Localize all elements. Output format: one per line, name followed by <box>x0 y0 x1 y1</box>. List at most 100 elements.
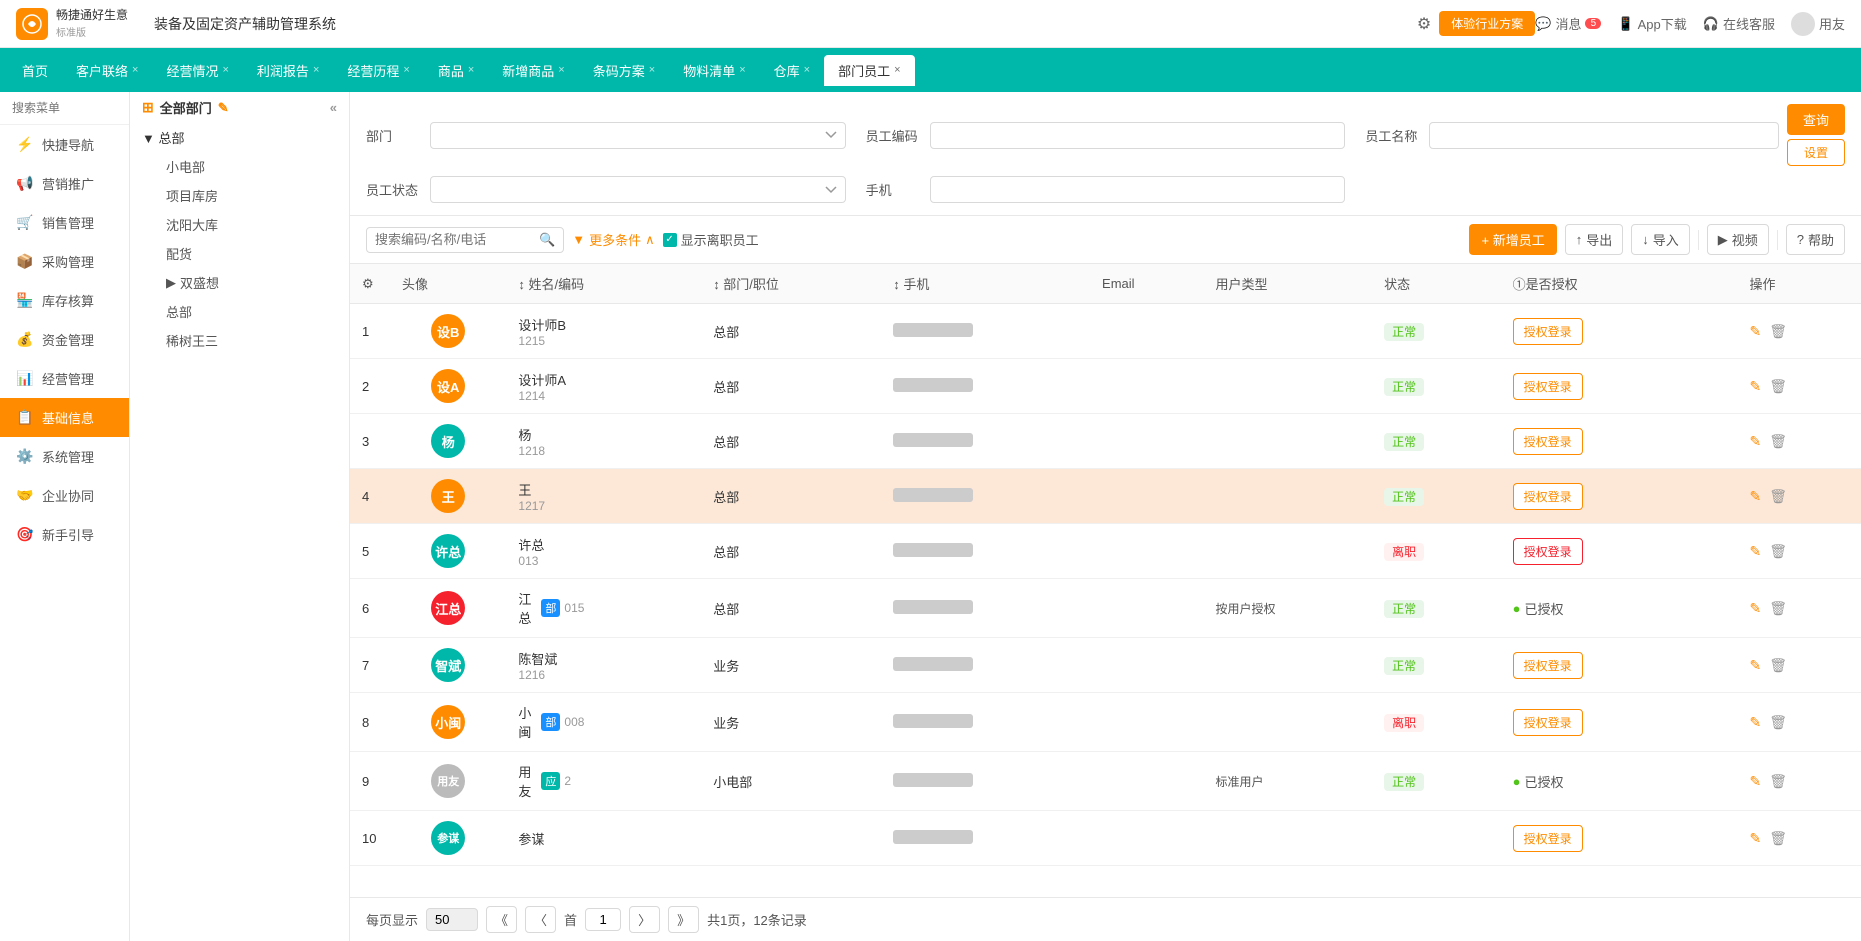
gear-icon[interactable]: ⚙ <box>1417 14 1431 34</box>
delete-icon[interactable]: 🗑 <box>1769 433 1787 450</box>
close-tab-ops[interactable]: × <box>222 64 228 76</box>
sidebar-item-enterprise[interactable]: 🤝 企业协同 <box>0 476 129 515</box>
sidebar-item-purchase[interactable]: 📦 采购管理 <box>0 242 129 281</box>
user-menu[interactable]: 用友 <box>1791 12 1845 36</box>
sidebar-item-sales[interactable]: 🛒 销售管理 <box>0 203 129 242</box>
edit-icon[interactable]: ✎ <box>1749 773 1761 790</box>
tab-dept-staff[interactable]: 部门员工 × <box>824 55 914 86</box>
import-button[interactable]: ↓ 导入 <box>1631 224 1690 255</box>
next-page-button[interactable]: 〉 <box>629 906 660 933</box>
dept-node-xiaodian[interactable]: 小电部 <box>142 152 349 181</box>
edit-icon[interactable]: ✎ <box>1749 600 1761 617</box>
sidebar-item-finance[interactable]: 💰 资金管理 <box>0 320 129 359</box>
sidebar-search-input[interactable] <box>12 101 130 115</box>
tab-bom[interactable]: 物料清单 × <box>669 55 759 86</box>
dept-node-peihuo[interactable]: 配货 <box>142 239 349 268</box>
edit-icon[interactable]: ✎ <box>1749 830 1761 847</box>
trial-button[interactable]: 体验行业方案 <box>1439 11 1535 36</box>
close-tab-history[interactable]: × <box>403 64 409 76</box>
phone-input[interactable] <box>930 176 1346 203</box>
sidebar-item-marketing[interactable]: 📢 营销推广 <box>0 164 129 203</box>
prev-page-button[interactable]: 〈 <box>525 906 556 933</box>
first-page-button[interactable]: 《 <box>486 906 517 933</box>
close-tab-barcode[interactable]: × <box>649 64 655 76</box>
video-button[interactable]: ▶ 视频 <box>1707 224 1769 255</box>
page-number-input[interactable] <box>585 908 621 931</box>
close-tab-warehouse[interactable]: × <box>804 64 810 76</box>
sidebar-item-quicknav[interactable]: ⚡ 快捷导航 <box>0 125 129 164</box>
sidebar-item-guide[interactable]: 🎯 新手引导 <box>0 515 129 554</box>
delete-icon[interactable]: 🗑 <box>1769 714 1787 731</box>
emp-code-input[interactable] <box>930 122 1346 149</box>
tab-operations-status[interactable]: 经营情况 × <box>152 55 242 86</box>
add-employee-button[interactable]: + 新增员工 <box>1469 224 1556 255</box>
edit-icon[interactable]: ✎ <box>1749 657 1761 674</box>
dept-node-shenyang[interactable]: 沈阳大库 <box>142 210 349 239</box>
message-button[interactable]: 💬 消息 5 <box>1535 14 1601 33</box>
delete-icon[interactable]: 🗑 <box>1769 657 1787 674</box>
delete-icon[interactable]: 🗑 <box>1769 543 1787 560</box>
authorize-button[interactable]: 授权登录 <box>1513 428 1583 455</box>
close-tab-customer[interactable]: × <box>132 64 138 76</box>
tab-profit[interactable]: 利润报告 × <box>243 55 333 86</box>
sidebar-item-inventory[interactable]: 🏪 库存核算 <box>0 281 129 320</box>
dept-node-project[interactable]: 项目库房 <box>142 181 349 210</box>
show-resigned-toggle[interactable]: ✓ 显示离职员工 <box>663 230 759 249</box>
authorize-button[interactable]: 授权登录 <box>1513 652 1583 679</box>
close-tab-add-goods[interactable]: × <box>558 64 564 76</box>
delete-icon[interactable]: 🗑 <box>1769 773 1787 790</box>
tab-goods[interactable]: 商品 × <box>424 55 488 86</box>
dept-collapse-icon[interactable]: « <box>330 100 337 115</box>
delete-icon[interactable]: 🗑 <box>1769 378 1787 395</box>
delete-icon[interactable]: 🗑 <box>1769 488 1787 505</box>
dept-node-shuangcheng[interactable]: ▶ 双盛想 <box>142 268 349 297</box>
emp-status-select[interactable] <box>430 176 846 203</box>
help-button[interactable]: ? 帮助 <box>1786 224 1845 255</box>
close-tab-goods[interactable]: × <box>468 64 474 76</box>
tab-add-goods[interactable]: 新增商品 × <box>488 55 578 86</box>
authorize-button[interactable]: 授权登录 <box>1513 318 1583 345</box>
delete-icon[interactable]: 🗑 <box>1769 600 1787 617</box>
edit-icon[interactable]: ✎ <box>1749 433 1761 450</box>
authorize-button[interactable]: 授权登录 <box>1513 538 1583 565</box>
more-filter-button[interactable]: ▼ 更多条件 ∧ <box>572 230 654 249</box>
edit-icon[interactable]: ✎ <box>1749 488 1761 505</box>
tab-customer[interactable]: 客户联络 × <box>62 55 152 86</box>
tab-history[interactable]: 经营历程 × <box>333 55 423 86</box>
tab-barcode[interactable]: 条码方案 × <box>579 55 669 86</box>
col-name-code[interactable]: ↕ 姓名/编码 <box>506 264 701 304</box>
col-dept-position[interactable]: ↕ 部门/职位 <box>701 264 881 304</box>
delete-icon[interactable]: 🗑 <box>1769 323 1787 340</box>
close-tab-bom[interactable]: × <box>739 64 745 76</box>
authorize-button[interactable]: 授权登录 <box>1513 483 1583 510</box>
dept-node-caomao[interactable]: 稀树王三 <box>142 326 349 355</box>
app-download-button[interactable]: 📱 App下载 <box>1617 14 1686 33</box>
edit-icon[interactable]: ✎ <box>1749 323 1761 340</box>
sidebar-item-system[interactable]: ⚙️ 系统管理 <box>0 437 129 476</box>
authorize-button[interactable]: 授权登录 <box>1513 825 1583 852</box>
authorize-button[interactable]: 授权登录 <box>1513 373 1583 400</box>
toolbar-search-input[interactable] <box>375 232 535 247</box>
sidebar-item-basic[interactable]: 📋 基础信息 <box>0 398 129 437</box>
close-tab-profit[interactable]: × <box>313 64 319 76</box>
dept-edit-icon[interactable]: ✎ <box>218 100 229 116</box>
edit-icon[interactable]: ✎ <box>1749 378 1761 395</box>
sidebar-item-operations[interactable]: 📊 经营管理 <box>0 359 129 398</box>
emp-name-input[interactable] <box>1429 122 1779 149</box>
dept-group-zongbu[interactable]: ▼ 总部 <box>130 123 349 152</box>
export-button[interactable]: ↑ 导出 <box>1565 224 1624 255</box>
delete-icon[interactable]: 🗑 <box>1769 830 1787 847</box>
per-page-select[interactable]: 50 100 <box>426 908 478 931</box>
col-phone[interactable]: ↕ 手机 <box>881 264 1090 304</box>
edit-icon[interactable]: ✎ <box>1749 714 1761 731</box>
col-settings[interactable]: ⚙ <box>350 264 390 304</box>
query-button[interactable]: 查询 <box>1787 104 1845 135</box>
dept-node-zongbu[interactable]: 总部 <box>142 297 349 326</box>
tab-warehouse[interactable]: 仓库 × <box>760 55 824 86</box>
set-button[interactable]: 设置 <box>1787 139 1845 166</box>
online-service-button[interactable]: 🎧 在线客服 <box>1703 14 1775 33</box>
last-page-button[interactable]: 》 <box>668 906 699 933</box>
authorize-button[interactable]: 授权登录 <box>1513 709 1583 736</box>
close-tab-dept[interactable]: × <box>894 64 900 76</box>
dept-select[interactable] <box>430 122 846 149</box>
